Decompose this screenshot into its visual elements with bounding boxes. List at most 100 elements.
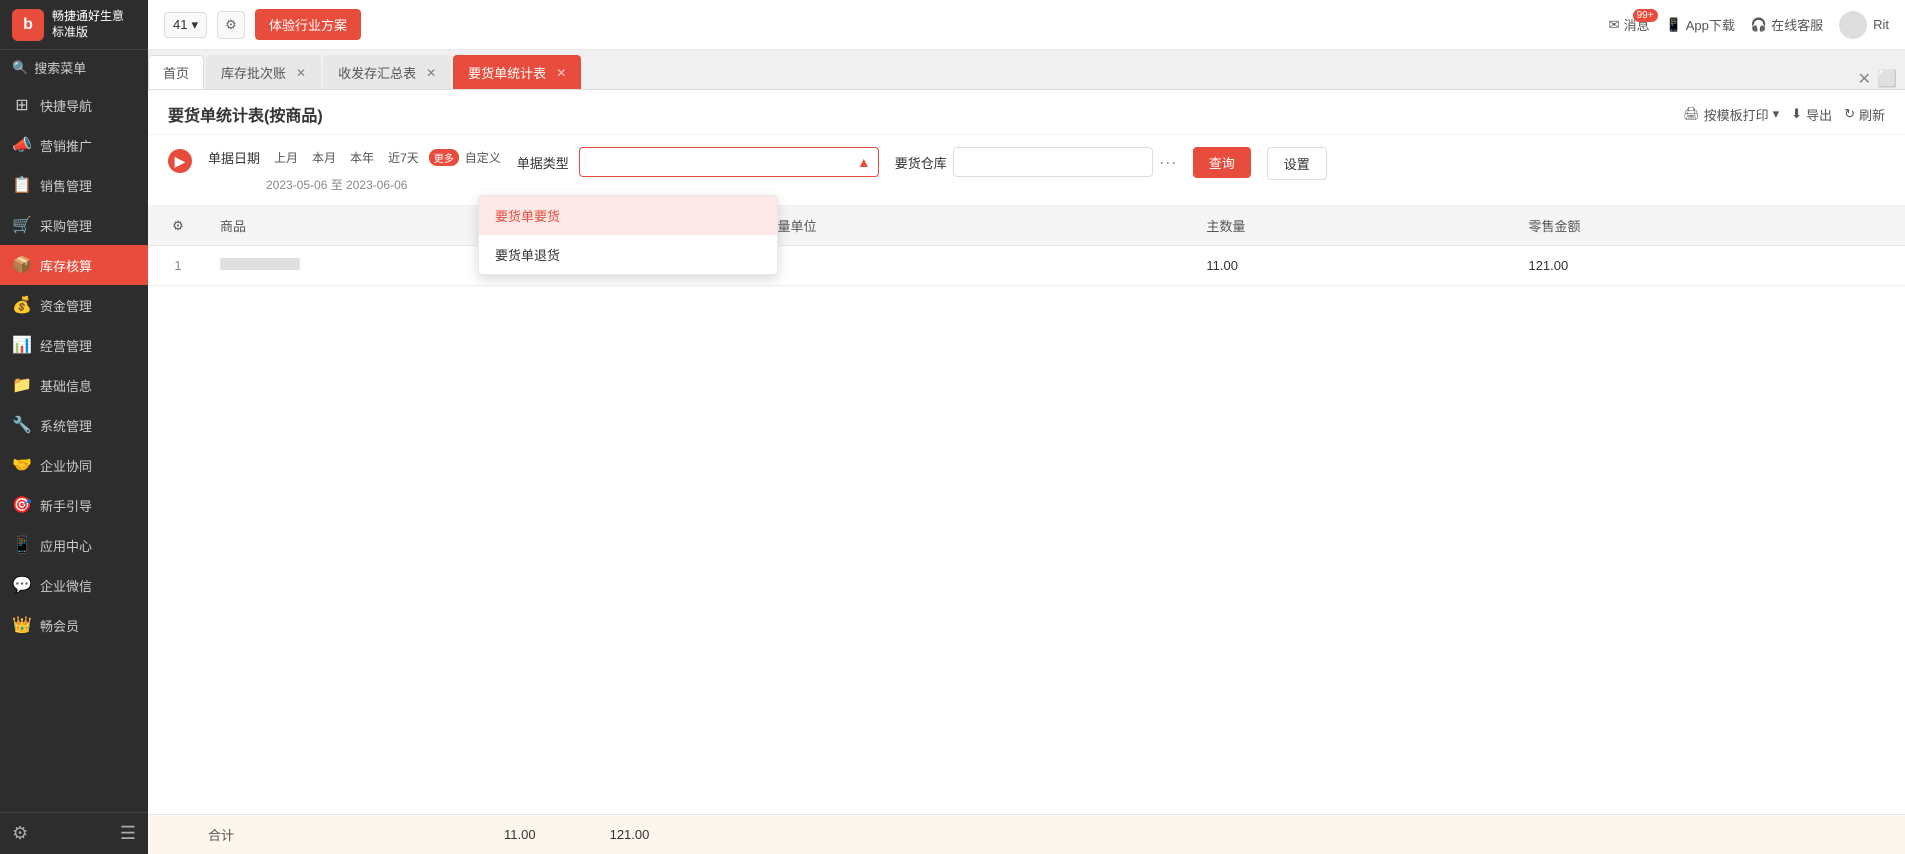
user-avatar [1839,11,1867,39]
sidebar-item-member[interactable]: 👑 畅会员 [0,605,148,645]
sidebar-header: b 畅捷通好生意 标准版 [0,0,148,50]
user-avatar-button[interactable]: Rit [1839,11,1889,39]
nav-icon-finance: 💰 [12,295,32,315]
sidebar-item-system[interactable]: 🔧 系统管理 [0,405,148,445]
table-footer: 合计 11.00 121.00 [148,814,1905,854]
col-quantity-header: 主数量 [1194,206,1516,246]
messages-button[interactable]: ✉ 消息 99+ [1609,15,1650,34]
store-selector[interactable]: 41 ▾ [164,12,207,38]
nav-icon-inventory: 📦 [12,255,32,275]
query-button[interactable]: 查询 [1193,147,1251,178]
tabs-right: ✕ ⬜ [1858,69,1905,89]
sidebar-footer: ⚙ ☰ [0,812,148,854]
sidebar: b 畅捷通好生意 标准版 🔍 搜索菜单 ⊞ 快捷导航 📣 营销推广 📋 销售管理… [0,0,148,854]
sidebar-item-wechat[interactable]: 💬 企业微信 [0,565,148,605]
nav-label-cooperation: 企业协同 [40,456,92,475]
tab-close-inventory-batch[interactable]: ✕ [296,66,306,80]
expand-tab-button[interactable]: ⬜ [1877,69,1897,89]
table-row: 1 块 11.00 121.00 [148,246,1905,286]
total-quantity: 11.00 [504,827,536,842]
nav-label-guide: 新手引导 [40,496,92,515]
filter-expand-button[interactable]: ▶ [168,149,192,173]
trial-button[interactable]: 体验行业方案 [255,9,361,40]
menu-toggle-icon[interactable]: ☰ [120,823,136,844]
page-header: 要货单统计表(按商品) 🖨 按模板打印 ▾ ⬇ 导出 ↻ 刷新 [148,90,1905,135]
nav-icon-app-center: 📱 [12,535,32,555]
topbar-settings-button[interactable]: ⚙ [217,11,245,39]
nav-icon-operations: 📊 [12,335,32,355]
dropdown-item-yaohuo[interactable]: 要货单要货 [479,196,777,235]
col-unit-header: 主计量单位 [740,206,1195,246]
nav-label-wechat: 企业微信 [40,576,92,595]
sidebar-item-app-center[interactable]: 📱 应用中心 [0,525,148,565]
settings-button[interactable]: 设置 [1267,147,1327,180]
tab-receivable-summary[interactable]: 收发存汇总表 ✕ [323,55,451,89]
col-settings-header[interactable]: ⚙ [148,206,208,246]
date-last-month[interactable]: 上月 [270,147,302,168]
nav-label-basic-info: 基础信息 [40,376,92,395]
close-all-tabs-button[interactable]: ✕ [1858,69,1871,89]
sidebar-item-inventory[interactable]: 📦 库存核算 [0,245,148,285]
sidebar-item-operations[interactable]: 📊 经营管理 [0,325,148,365]
date-shortcuts: 上月 本月 本年 近7天 更多 自定义 [270,147,501,168]
sidebar-item-sales[interactable]: 📋 销售管理 [0,165,148,205]
app-download-button[interactable]: 📱 App下载 [1666,15,1735,34]
type-select-input[interactable] [579,147,879,177]
tab-close-receivable-summary[interactable]: ✕ [426,66,436,80]
main-area: 41 ▾ ⚙ 体验行业方案 ✉ 消息 99+ 📱 App下载 🎧 在线客服 R [148,0,1905,854]
nav-icon-member: 👑 [12,615,32,635]
type-filter-label: 单据类型 [517,153,569,172]
date-filter-row: 单据日期 上月 本月 本年 近7天 更多 自定义 [208,147,501,168]
type-select-wrapper: ▲ [579,147,879,177]
refresh-button[interactable]: ↻ 刷新 [1844,105,1885,124]
print-template-button[interactable]: 🖨 按模板打印 ▾ [1683,105,1779,124]
table-header: ⚙ 商品 主计量单位 主数量 零售金额 [148,206,1905,246]
service-icon: 🎧 [1751,17,1767,33]
print-icon: 🖨 [1683,106,1700,122]
warehouse-filter-input[interactable] [953,147,1153,177]
sidebar-item-marketing[interactable]: 📣 营销推广 [0,125,148,165]
nav-label-operations: 经营管理 [40,336,92,355]
online-service-button[interactable]: 🎧 在线客服 [1751,15,1823,34]
date-this-month[interactable]: 本月 [308,147,340,168]
user-name: Rit [1873,17,1889,32]
nav-label-member: 畅会员 [40,616,79,635]
dropdown-item-yaohuo-return[interactable]: 要货单退货 [479,235,777,274]
nav-icon-quick-nav: ⊞ [12,95,32,115]
search-icon: 🔍 [12,60,28,76]
settings-icon[interactable]: ⚙ [12,823,28,844]
sidebar-item-purchase[interactable]: 🛒 采购管理 [0,205,148,245]
tab-label-order-summary: 要货单统计表 [468,63,546,82]
app-icon: 📱 [1666,17,1682,33]
date-more-badge[interactable]: 更多 [429,149,459,166]
date-this-year[interactable]: 本年 [346,147,378,168]
tab-home[interactable]: 首页 [148,55,204,89]
cell-unit: 块 [740,246,1195,286]
topbar-right: ✉ 消息 99+ 📱 App下载 🎧 在线客服 Rit [1609,11,1889,39]
nav-label-app-center: 应用中心 [40,536,92,555]
sidebar-item-cooperation[interactable]: 🤝 企业协同 [0,445,148,485]
date-last-7-days[interactable]: 近7天 [384,147,423,168]
filter-more-button[interactable]: ··· [1159,152,1177,173]
message-icon: ✉ [1609,17,1620,33]
type-filter-row: 单据类型 ▲ [517,147,879,177]
tab-order-summary[interactable]: 要货单统计表 ✕ [453,55,581,89]
export-button[interactable]: ⬇ 导出 [1791,105,1832,124]
date-range-row: 2023-05-06 至 2023-06-06 [208,176,501,193]
sidebar-item-basic-info[interactable]: 📁 基础信息 [0,365,148,405]
sidebar-item-guide[interactable]: 🎯 新手引导 [0,485,148,525]
col-amount-header: 零售金额 [1516,206,1905,246]
nav-label-inventory: 库存核算 [40,256,92,275]
sidebar-search[interactable]: 🔍 搜索菜单 [0,50,148,85]
tab-label-receivable-summary: 收发存汇总表 [338,63,416,82]
tab-inventory-batch[interactable]: 库存批次账✕ [206,55,321,89]
date-custom-button[interactable]: 自定义 [465,149,501,166]
warehouse-filter-group: 要货仓库 ··· [895,147,1177,177]
sidebar-item-finance[interactable]: 💰 资金管理 [0,285,148,325]
sidebar-item-quick-nav[interactable]: ⊞ 快捷导航 [0,85,148,125]
tab-close-order-summary[interactable]: ✕ [556,66,566,80]
nav-label-purchase: 采购管理 [40,216,92,235]
topbar: 41 ▾ ⚙ 体验行业方案 ✉ 消息 99+ 📱 App下载 🎧 在线客服 R [148,0,1905,50]
nav-icon-purchase: 🛒 [12,215,32,235]
tab-label-home: 首页 [163,63,189,82]
